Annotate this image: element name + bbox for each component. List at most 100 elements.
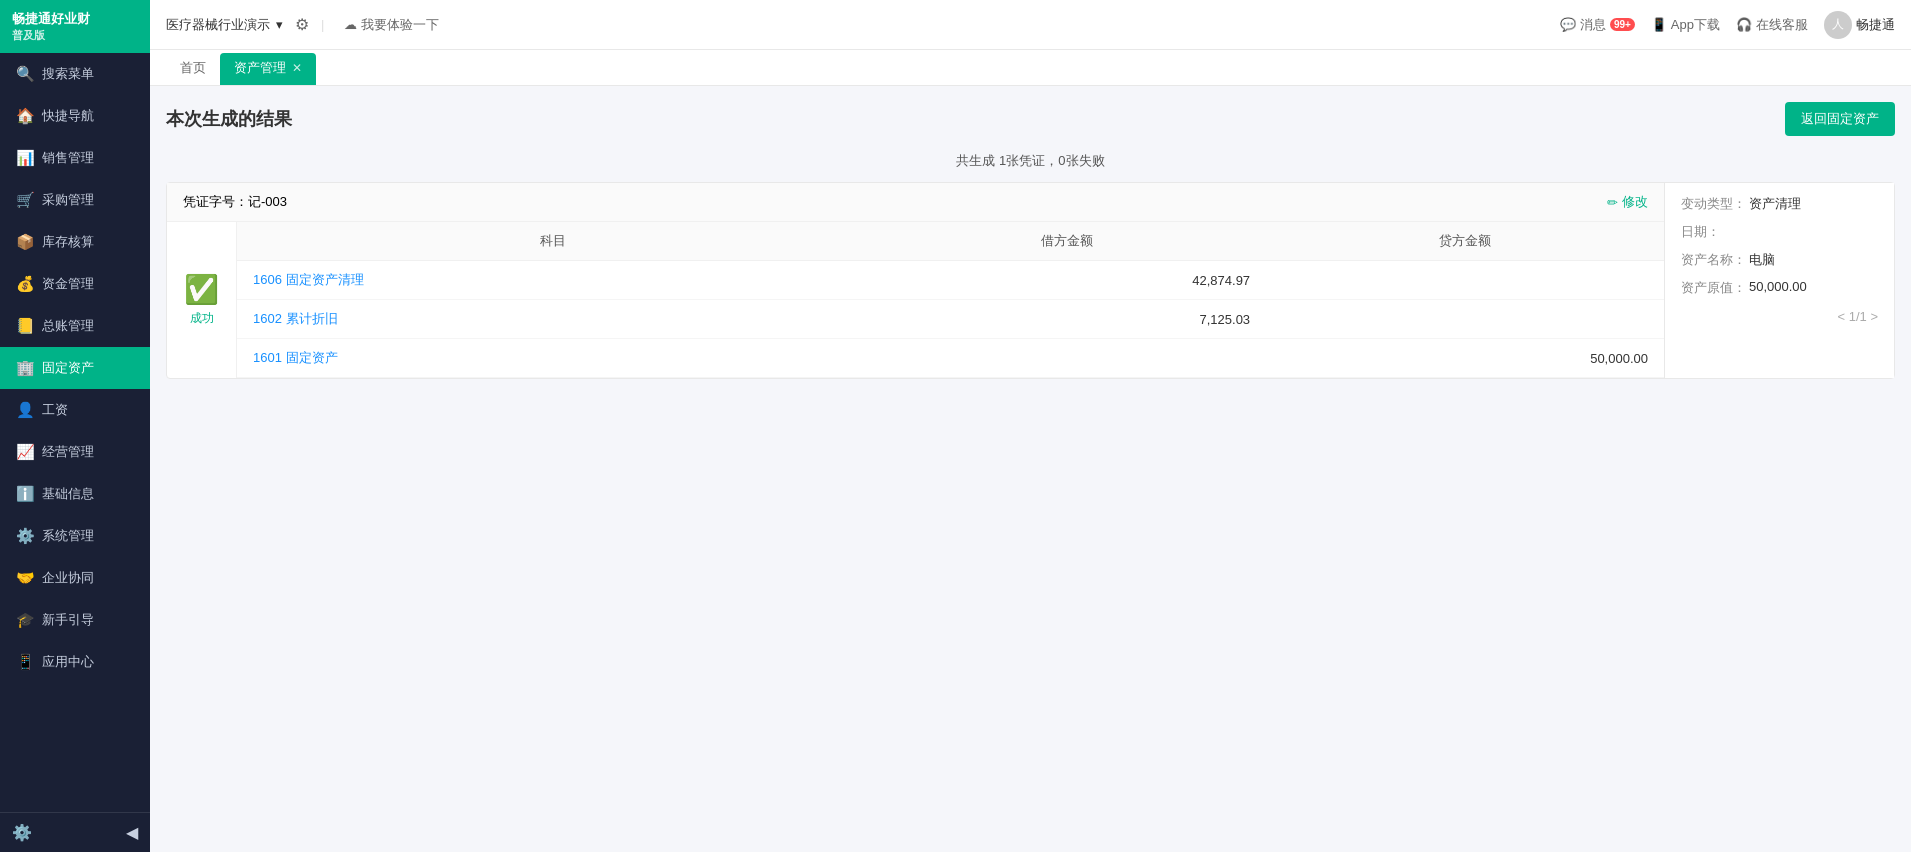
inventory-icon: 📦 xyxy=(16,233,34,251)
app-download-label: App下载 xyxy=(1671,16,1720,34)
sidebar-item-system[interactable]: ⚙️ 系统管理 xyxy=(0,515,150,557)
summary-bar: 共生成 1张凭证，0张失败 xyxy=(166,152,1895,170)
voucher-number: 凭证字号：记-003 xyxy=(183,193,287,211)
sidebar-item-sales[interactable]: 📊 销售管理 xyxy=(0,137,150,179)
guide-icon: 🎓 xyxy=(16,611,34,629)
sidebar-item-fixed-assets[interactable]: 🏢 固定资产 xyxy=(0,347,150,389)
app-center-icon: 📱 xyxy=(16,653,34,671)
chevron-down-icon: ▾ xyxy=(276,17,283,32)
home-icon: 🏠 xyxy=(16,107,34,125)
sidebar-item-label: 基础信息 xyxy=(42,485,94,503)
fixed-assets-icon: 🏢 xyxy=(16,359,34,377)
asset-name-label: 资产名称： xyxy=(1681,251,1749,269)
sidebar-item-search[interactable]: 🔍 搜索菜单 xyxy=(0,53,150,95)
sidebar-item-label: 总账管理 xyxy=(42,317,94,335)
col-credit: 贷方金额 xyxy=(1266,222,1664,261)
message-label: 消息 xyxy=(1580,16,1606,34)
collapse-icon[interactable]: ◀ xyxy=(126,823,138,842)
sidebar-footer: ⚙️ ◀ xyxy=(0,812,150,852)
col-subject: 科目 xyxy=(237,222,868,261)
page-info: 1/1 xyxy=(1849,309,1871,324)
credit-cell xyxy=(1266,261,1664,300)
sidebar-item-app-center[interactable]: 📱 应用中心 xyxy=(0,641,150,683)
page-header: 本次生成的结果 返回固定资产 xyxy=(166,102,1895,136)
app-name: 畅捷通好业财 xyxy=(12,10,90,28)
sidebar-item-payroll[interactable]: 👤 工资 xyxy=(0,389,150,431)
sidebar-item-basic-info[interactable]: ℹ️ 基础信息 xyxy=(0,473,150,515)
finance-icon: 💰 xyxy=(16,275,34,293)
tab-label: 资产管理 xyxy=(234,59,286,77)
subject-cell: 1601 固定资产 xyxy=(237,339,868,378)
date-row: 日期： xyxy=(1681,223,1878,241)
voucher-container: 凭证字号：记-003 ✏ 修改 ✅ 成功 xyxy=(166,182,1895,379)
debit-cell xyxy=(868,339,1266,378)
company-name: 医疗器械行业演示 xyxy=(166,16,270,34)
table-row: 1606 固定资产清理 42,874.97 xyxy=(237,261,1664,300)
debit-cell: 7,125.03 xyxy=(868,300,1266,339)
content-area: 本次生成的结果 返回固定资产 共生成 1张凭证，0张失败 凭证字号：记-003 … xyxy=(150,86,1911,852)
table-row: 1601 固定资产 50,000.00 xyxy=(237,339,1664,378)
sidebar-item-operations[interactable]: 📈 经营管理 xyxy=(0,431,150,473)
next-page-icon[interactable]: > xyxy=(1870,309,1878,324)
sidebar-nav: 🔍 搜索菜单 🏠 快捷导航 📊 销售管理 🛒 采购管理 📦 库存核算 💰 资金管… xyxy=(0,53,150,812)
divider: | xyxy=(321,17,324,32)
sidebar: 畅捷通好业财 普及版 🔍 搜索菜单 🏠 快捷导航 📊 销售管理 🛒 采购管理 📦… xyxy=(0,0,150,852)
sidebar-item-inventory[interactable]: 📦 库存核算 xyxy=(0,221,150,263)
experience-icon: ☁ xyxy=(344,17,357,32)
subject-cell: 1606 固定资产清理 xyxy=(237,261,868,300)
enterprise-icon: 🤝 xyxy=(16,569,34,587)
col-debit: 借方金额 xyxy=(868,222,1266,261)
sidebar-item-purchase[interactable]: 🛒 采购管理 xyxy=(0,179,150,221)
prev-page-icon[interactable]: < xyxy=(1838,309,1846,324)
sidebar-item-guide[interactable]: 🎓 新手引导 xyxy=(0,599,150,641)
pagination: < 1/1 > xyxy=(1681,309,1878,324)
date-label: 日期： xyxy=(1681,223,1749,241)
sidebar-item-label: 固定资产 xyxy=(42,359,94,377)
asset-name-value: 电脑 xyxy=(1749,251,1775,269)
voucher-table: 科目 借方金额 贷方金额 1606 固定资产清理 42,874.97 xyxy=(237,222,1664,378)
settings-button[interactable]: ⚙ xyxy=(295,15,309,34)
sidebar-item-label: 快捷导航 xyxy=(42,107,94,125)
sidebar-item-finance[interactable]: 💰 资金管理 xyxy=(0,263,150,305)
ledger-icon: 📒 xyxy=(16,317,34,335)
tab-home[interactable]: 首页 xyxy=(166,53,220,85)
username: 畅捷通 xyxy=(1856,16,1895,34)
sidebar-item-label: 库存核算 xyxy=(42,233,94,251)
edit-button[interactable]: ✏ 修改 xyxy=(1607,193,1648,211)
sidebar-item-label: 搜索菜单 xyxy=(42,65,94,83)
sidebar-item-ledger[interactable]: 📒 总账管理 xyxy=(0,305,150,347)
sidebar-item-label: 新手引导 xyxy=(42,611,94,629)
message-button[interactable]: 💬 消息 99+ xyxy=(1560,16,1635,34)
experience-label: 我要体验一下 xyxy=(361,16,439,34)
user-menu[interactable]: 人 畅捷通 xyxy=(1824,11,1895,39)
experience-button[interactable]: ☁ 我要体验一下 xyxy=(344,16,439,34)
app-edition: 普及版 xyxy=(12,28,90,43)
sidebar-item-label: 资金管理 xyxy=(42,275,94,293)
success-checkmark-icon: ✅ xyxy=(184,273,219,306)
asset-name-row: 资产名称： 电脑 xyxy=(1681,251,1878,269)
return-button[interactable]: 返回固定资产 xyxy=(1785,102,1895,136)
tab-asset-management[interactable]: 资产管理 ✕ xyxy=(220,53,316,85)
headset-icon: 🎧 xyxy=(1736,17,1752,32)
subject-cell: 1602 累计折旧 xyxy=(237,300,868,339)
change-type-label: 变动类型： xyxy=(1681,195,1749,213)
settings-icon[interactable]: ⚙️ xyxy=(12,823,32,842)
change-type-row: 变动类型： 资产清理 xyxy=(1681,195,1878,213)
tab-close-icon[interactable]: ✕ xyxy=(292,61,302,75)
payroll-icon: 👤 xyxy=(16,401,34,419)
app-download-button[interactable]: 📱 App下载 xyxy=(1651,16,1720,34)
basic-info-icon: ℹ️ xyxy=(16,485,34,503)
sidebar-item-quick-nav[interactable]: 🏠 快捷导航 xyxy=(0,95,150,137)
company-selector[interactable]: 医疗器械行业演示 ▾ xyxy=(166,16,283,34)
search-icon: 🔍 xyxy=(16,65,34,83)
sidebar-item-label: 应用中心 xyxy=(42,653,94,671)
debit-cell: 42,874.97 xyxy=(868,261,1266,300)
original-value-value: 50,000.00 xyxy=(1749,279,1807,297)
page-title: 本次生成的结果 xyxy=(166,107,292,131)
credit-cell: 50,000.00 xyxy=(1266,339,1664,378)
edit-label: 修改 xyxy=(1622,193,1648,211)
sidebar-item-enterprise[interactable]: 🤝 企业协同 xyxy=(0,557,150,599)
sidebar-item-label: 企业协同 xyxy=(42,569,94,587)
success-column: ✅ 成功 xyxy=(167,222,237,378)
customer-service-button[interactable]: 🎧 在线客服 xyxy=(1736,16,1808,34)
